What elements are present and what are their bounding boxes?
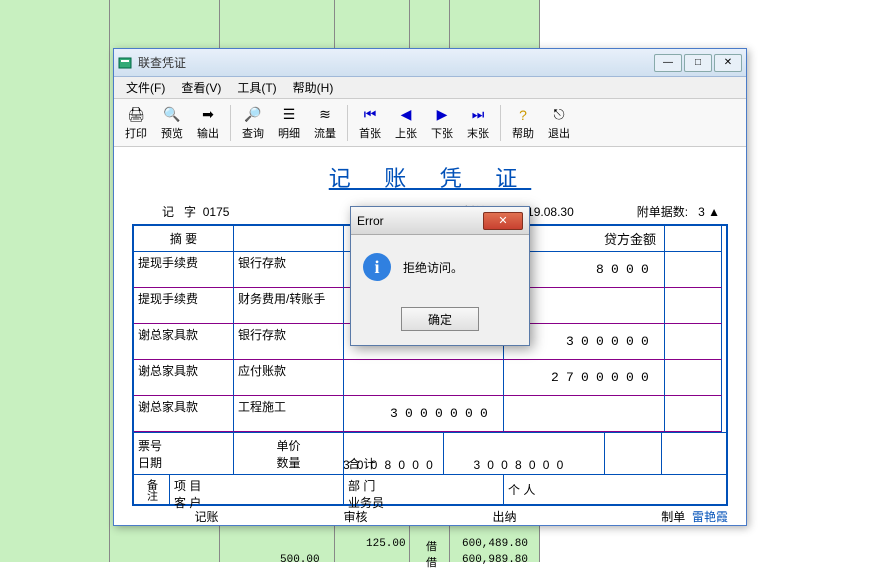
query-button[interactable]: 🔎查询 <box>235 102 271 144</box>
menu-file[interactable]: 文件(F) <box>118 77 173 98</box>
cell-subject: 财务费用/转账手 <box>234 288 344 324</box>
table-summary-row: 票号 日期 单价 数量 合 计3008000 3008000 <box>134 432 726 474</box>
voucher-title: 记 账 凭 证 <box>132 161 728 193</box>
error-close-button[interactable]: ✕ <box>483 212 523 230</box>
error-dialog: Error ✕ i 拒绝访问。 确定 <box>350 206 530 346</box>
error-titlebar[interactable]: Error ✕ <box>351 207 529 235</box>
preview-button[interactable]: 🔍预览 <box>154 102 190 144</box>
cell-credit <box>504 396 664 432</box>
output-button[interactable]: ➡输出 <box>190 102 226 144</box>
prev-button[interactable]: ◀上张 <box>388 102 424 144</box>
cell-debit: 3000000 <box>344 396 504 432</box>
preview-icon: 🔍 <box>162 105 182 125</box>
cell-credit: 2700000 <box>504 360 664 396</box>
error-message: 拒绝访问。 <box>403 259 463 276</box>
error-ok-button[interactable]: 确定 <box>401 307 479 331</box>
window-title: 联查凭证 <box>138 54 654 71</box>
query-icon: 🔎 <box>243 105 263 125</box>
print-icon: 🖨 <box>126 105 146 125</box>
detail-button[interactable]: ☰明细 <box>271 102 307 144</box>
menu-help[interactable]: 帮助(H) <box>285 77 342 98</box>
voucher-bottom: 记账 审核 出纳 制单 雷艳霞 <box>132 508 728 525</box>
cell-summary: 谢总家具款 <box>134 360 234 396</box>
last-icon: ⏭ <box>468 105 488 125</box>
cell-summary: 提现手续费 <box>134 252 234 288</box>
table-footer: 备注 项 目 客 户 部 门 业务员 个 人 <box>134 474 726 504</box>
exit-button[interactable]: ⎋退出 <box>541 102 577 144</box>
menu-tool[interactable]: 工具(T) <box>229 77 284 98</box>
output-icon: ➡ <box>198 105 218 125</box>
cell-subject: 银行存款 <box>234 324 344 360</box>
close-button[interactable]: ✕ <box>714 54 742 72</box>
next-button[interactable]: ▶下张 <box>424 102 460 144</box>
cell-summary: 谢总家具款 <box>134 324 234 360</box>
header-summary: 摘 要 <box>134 226 234 252</box>
detail-icon: ☰ <box>279 105 299 125</box>
menubar: 文件(F) 查看(V) 工具(T) 帮助(H) <box>114 77 746 99</box>
help-icon: ? <box>513 105 533 125</box>
cell-subject: 应付账款 <box>234 360 344 396</box>
header-subject <box>234 226 344 252</box>
menu-view[interactable]: 查看(V) <box>173 77 229 98</box>
flow-icon: ≋ <box>315 105 335 125</box>
help-button[interactable]: ?帮助 <box>505 102 541 144</box>
flow-button[interactable]: ≋流量 <box>307 102 343 144</box>
table-row[interactable]: 谢总家具款应付账款 2700000 <box>134 360 726 396</box>
toolbar: 🖨打印 🔍预览 ➡输出 🔎查询 ☰明细 ≋流量 ⏮首张 ◀上张 ▶下张 ⏭末张 … <box>114 99 746 147</box>
print-button[interactable]: 🖨打印 <box>118 102 154 144</box>
cell-debit <box>344 360 504 396</box>
cell-summary: 提现手续费 <box>134 288 234 324</box>
titlebar[interactable]: 联查凭证 — □ ✕ <box>114 49 746 77</box>
last-button[interactable]: ⏭末张 <box>460 102 496 144</box>
first-icon: ⏮ <box>360 105 380 125</box>
info-icon: i <box>363 253 391 281</box>
prev-icon: ◀ <box>396 105 416 125</box>
cell-subject: 银行存款 <box>234 252 344 288</box>
first-button[interactable]: ⏮首张 <box>352 102 388 144</box>
cell-summary: 谢总家具款 <box>134 396 234 432</box>
minimize-button[interactable]: — <box>654 54 682 72</box>
exit-icon: ⎋ <box>549 105 569 125</box>
next-icon: ▶ <box>432 105 452 125</box>
app-icon <box>118 55 134 71</box>
table-row[interactable]: 谢总家具款工程施工3000000 <box>134 396 726 432</box>
maximize-button[interactable]: □ <box>684 54 712 72</box>
error-title: Error <box>357 214 483 228</box>
cell-subject: 工程施工 <box>234 396 344 432</box>
